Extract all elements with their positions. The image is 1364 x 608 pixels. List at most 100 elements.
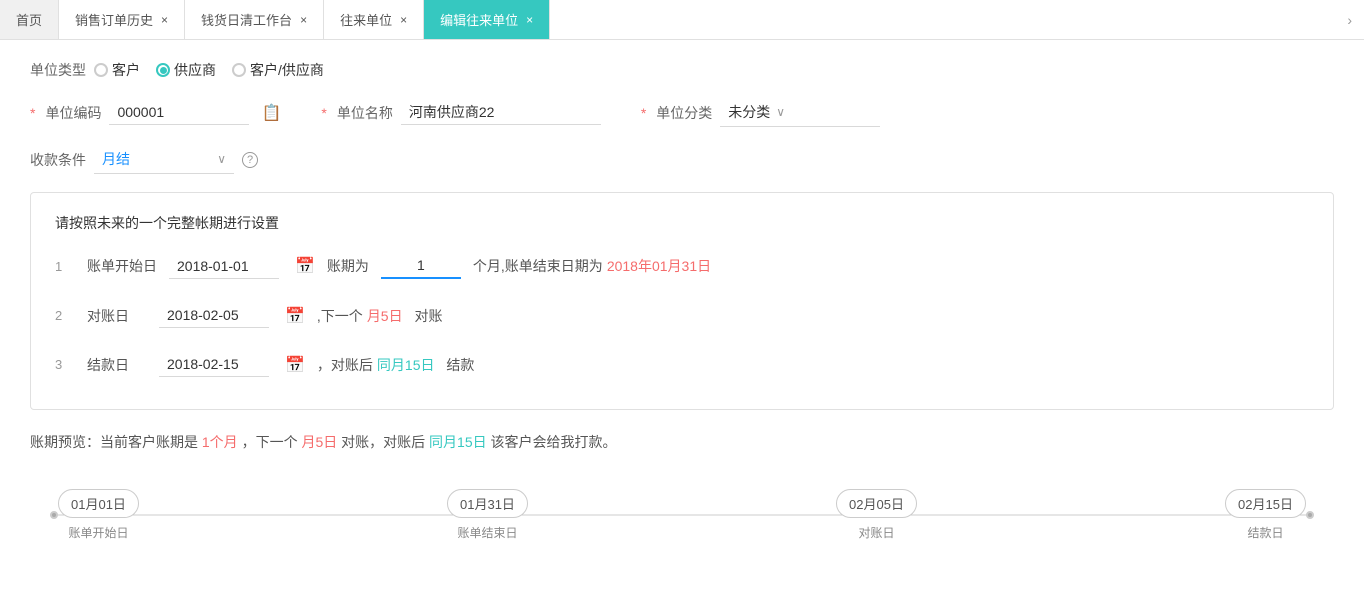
payment-value: 月结 <box>102 149 211 169</box>
unit-name-input[interactable] <box>401 100 601 125</box>
period-row-2-prefix: ,下一个 <box>317 306 363 326</box>
timeline-start-dot <box>50 511 58 519</box>
period-row-2-label: 对账日 <box>87 306 147 326</box>
preview-reconcile: 月5日 <box>301 434 337 450</box>
period-row-3-prefix: ，对账后 <box>317 355 373 375</box>
preview-period: 1个月 <box>202 434 238 450</box>
tab-sales-history-label: 销售订单历史 <box>75 10 153 29</box>
timeline-label-3: 对账日 <box>858 524 894 541</box>
payment-select[interactable]: 月结 ∨ <box>94 145 234 174</box>
period-row-3-cal-icon[interactable]: 📅 <box>285 355 305 375</box>
radio-customer[interactable]: 客户 <box>94 60 140 80</box>
tab-expand-button[interactable]: › <box>1335 0 1364 39</box>
period-row-1-date-input[interactable] <box>169 254 279 279</box>
unit-type-group: 单位类型 客户 供应商 客户/供应商 <box>30 60 324 80</box>
period-row-2-num: 2 <box>55 308 75 323</box>
unit-code-required: * <box>30 105 35 121</box>
chevron-right-icon: › <box>1347 12 1352 28</box>
tab-sales-history[interactable]: 销售订单历史 × <box>59 0 185 39</box>
period-row-3-num: 3 <box>55 357 75 372</box>
timeline-end-dot <box>1306 511 1314 519</box>
timeline-badge-4: 02月15日 <box>1225 489 1306 518</box>
preview-label: 账期预览：当前客户账期是 <box>30 434 198 450</box>
timeline-badge-1: 01月01日 <box>58 489 139 518</box>
period-row-3-label: 结款日 <box>87 355 147 375</box>
timeline-badge-3: 02月05日 <box>836 489 917 518</box>
period-row-1-desc: 账期为 <box>327 256 369 276</box>
timeline: 01月01日 账单开始日 01月31日 账单结束日 02月05日 对账日 02月… <box>30 479 1334 551</box>
tab-home-label: 首页 <box>16 10 42 29</box>
unit-class-value: 未分类 <box>728 102 770 122</box>
tab-home[interactable]: 首页 <box>0 0 59 39</box>
unit-type-label: 单位类型 <box>30 60 86 80</box>
radio-customer-circle <box>94 63 108 77</box>
tab-cash-work-label: 钱货日清工作台 <box>201 10 292 29</box>
tab-edit-unit[interactable]: 编辑往来单位 × <box>424 0 550 39</box>
unit-class-select[interactable]: 未分类 ∨ <box>720 98 880 127</box>
unit-name-label: 单位名称 <box>337 103 393 123</box>
period-panel: 请按照未来的一个完整帐期进行设置 1 账单开始日 📅 账期为 个月,账单结束日期… <box>30 192 1334 410</box>
tab-cash-work[interactable]: 钱货日清工作台 × <box>185 0 324 39</box>
tab-unit-label: 往来单位 <box>340 10 392 29</box>
unit-class-group: * 单位分类 未分类 ∨ <box>641 98 880 127</box>
period-row-2: 2 对账日 📅 ,下一个月5日 对账 <box>55 303 1309 328</box>
timeline-node-3: 02月05日 对账日 <box>836 489 917 541</box>
preview-section: 账期预览：当前客户账期是 1个月 ，下一个 月5日 对账，对账后 同月15日 该… <box>30 430 1334 551</box>
unit-code-label: 单位编码 <box>45 103 101 123</box>
payment-row: 收款条件 月结 ∨ ? <box>30 145 1334 174</box>
unit-class-label: 单位分类 <box>656 103 712 123</box>
unit-info-row: * 单位编码 📋 * 单位名称 * 单位分类 未分类 ∨ <box>30 98 1334 127</box>
panel-title: 请按照未来的一个完整帐期进行设置 <box>55 213 1309 233</box>
period-row-3-date-input[interactable] <box>159 352 269 377</box>
timeline-label-1: 账单开始日 <box>68 524 128 541</box>
timeline-node-1: 01月01日 账单开始日 <box>58 489 139 541</box>
help-icon[interactable]: ? <box>242 152 258 168</box>
timeline-label-2: 账单结束日 <box>457 524 517 541</box>
period-row-2-highlight: 月5日 <box>367 306 403 326</box>
period-row-1-suffix: 账期为 <box>327 256 369 276</box>
tab-unit-close[interactable]: × <box>400 13 407 27</box>
radio-both-circle <box>232 63 246 77</box>
timeline-badge-2: 01月31日 <box>447 489 528 518</box>
tab-edit-unit-label: 编辑往来单位 <box>440 10 518 29</box>
page-content: 单位类型 客户 供应商 客户/供应商 * 单位编码 <box>0 40 1364 608</box>
unit-type-row: 单位类型 客户 供应商 客户/供应商 <box>30 60 1334 80</box>
timeline-node-4: 02月15日 结款日 <box>1225 489 1306 541</box>
unit-code-group: * 单位编码 📋 <box>30 100 281 125</box>
tab-cash-work-close[interactable]: × <box>300 13 307 27</box>
period-row-2-date-input[interactable] <box>159 303 269 328</box>
tab-bar: 首页 销售订单历史 × 钱货日清工作台 × 往来单位 × 编辑往来单位 × › <box>0 0 1364 40</box>
tab-unit[interactable]: 往来单位 × <box>324 0 424 39</box>
radio-supplier[interactable]: 供应商 <box>156 60 216 80</box>
unit-code-icon[interactable]: 📋 <box>261 103 281 123</box>
radio-supplier-circle <box>156 63 170 77</box>
preview-pay-after: 该客户会给我打款。 <box>491 434 617 450</box>
payment-group: 收款条件 月结 ∨ ? <box>30 145 258 174</box>
period-row-1-num: 1 <box>55 259 75 274</box>
unit-class-chevron: ∨ <box>776 105 785 119</box>
radio-both[interactable]: 客户/供应商 <box>232 60 324 80</box>
month-unit-text: 个月,账单结束日期为 <box>473 256 603 276</box>
preview-reconcile-after: 对账，对账后 <box>341 434 425 450</box>
period-row-1-cal-icon[interactable]: 📅 <box>295 256 315 276</box>
period-row-3-highlight: 同月15日 <box>377 355 435 375</box>
tab-edit-unit-close[interactable]: × <box>526 13 533 27</box>
preview-pay: 同月15日 <box>429 434 487 450</box>
period-row-2-cal-icon[interactable]: 📅 <box>285 306 305 326</box>
payment-chevron: ∨ <box>217 152 226 166</box>
timeline-label-4: 结款日 <box>1248 524 1284 541</box>
period-row-1-month-unit: 个月,账单结束日期为 2018年01月31日 <box>473 256 711 276</box>
preview-text: 账期预览：当前客户账期是 1个月 ，下一个 月5日 对账，对账后 同月15日 该… <box>30 430 1334 455</box>
timeline-nodes: 01月01日 账单开始日 01月31日 账单结束日 02月05日 对账日 02月… <box>58 489 1306 541</box>
unit-name-required: * <box>321 105 326 121</box>
period-row-2-suffix: 对账 <box>415 306 443 326</box>
period-row-3-desc: ，对账后同月15日 结款 <box>317 355 474 375</box>
period-row-3: 3 结款日 📅 ，对账后同月15日 结款 <box>55 352 1309 377</box>
radio-group: 客户 供应商 客户/供应商 <box>94 60 324 80</box>
month-input[interactable] <box>381 253 461 279</box>
tab-sales-history-close[interactable]: × <box>161 13 168 27</box>
period-row-1: 1 账单开始日 📅 账期为 个月,账单结束日期为 2018年01月31日 <box>55 253 1309 279</box>
unit-code-input[interactable] <box>109 100 249 125</box>
period-row-1-label: 账单开始日 <box>87 256 157 276</box>
preview-middle: ，下一个 <box>242 434 298 450</box>
